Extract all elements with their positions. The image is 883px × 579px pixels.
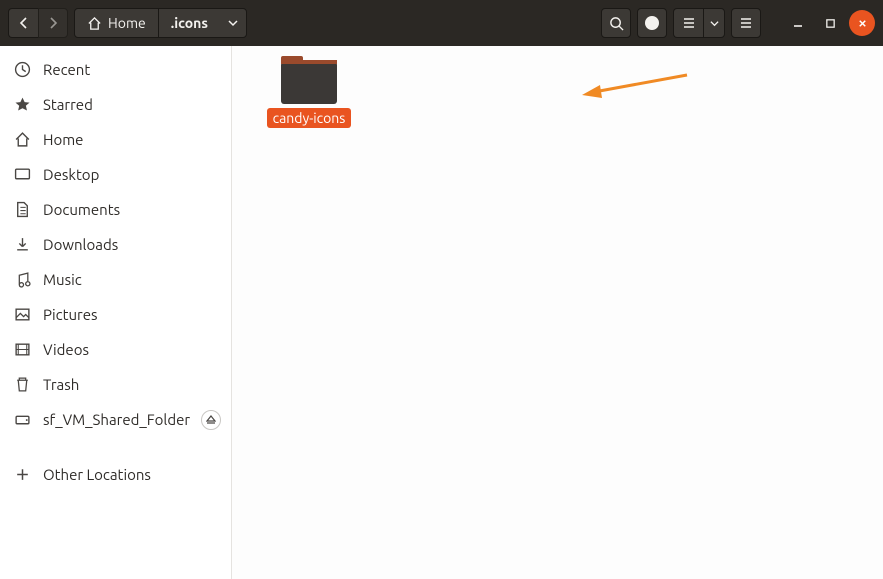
drive-icon — [14, 411, 31, 428]
pictures-icon — [14, 306, 31, 323]
sidebar: Recent Starred Home Desktop Documents Do… — [0, 46, 232, 579]
sidebar-item-music[interactable]: Music — [0, 262, 231, 297]
eject-icon — [206, 415, 216, 425]
sidebar-item-starred[interactable]: Starred — [0, 87, 231, 122]
hamburger-menu-button[interactable] — [731, 8, 761, 38]
path-bar: Home .icons — [74, 8, 247, 38]
file-grid[interactable]: candy-icons — [232, 46, 883, 579]
path-seg-current[interactable]: .icons — [159, 9, 220, 37]
sidebar-item-label: Other Locations — [43, 466, 151, 483]
plus-icon — [14, 466, 31, 483]
search-button[interactable] — [601, 8, 631, 38]
search-icon — [609, 16, 624, 31]
sidebar-item-label: Home — [43, 131, 83, 148]
chevron-down-icon — [228, 18, 238, 28]
list-view-button[interactable] — [673, 8, 703, 38]
sidebar-item-videos[interactable]: Videos — [0, 332, 231, 367]
minimize-icon — [792, 17, 804, 29]
view-dropdown-button[interactable] — [703, 8, 725, 38]
path-seg-home-label: Home — [108, 15, 146, 31]
sidebar-item-label: Videos — [43, 341, 89, 358]
sidebar-item-label: Documents — [43, 201, 120, 218]
sidebar-item-documents[interactable]: Documents — [0, 192, 231, 227]
home-icon — [14, 131, 31, 148]
folder-label: candy-icons — [267, 108, 352, 128]
chevron-down-icon — [710, 19, 719, 28]
sidebar-item-other-locations[interactable]: Other Locations — [0, 457, 231, 492]
download-icon — [14, 236, 31, 253]
sidebar-item-home[interactable]: Home — [0, 122, 231, 157]
sidebar-item-recent[interactable]: Recent — [0, 52, 231, 87]
eject-button[interactable] — [201, 410, 221, 430]
sidebar-item-label: sf_VM_Shared_Folder — [43, 411, 190, 428]
clock-icon — [14, 61, 31, 78]
titlebar: Home .icons — [0, 0, 883, 46]
home-icon — [87, 16, 102, 31]
sidebar-item-label: Starred — [43, 96, 93, 113]
list-icon — [682, 16, 696, 30]
path-seg-current-label: .icons — [171, 15, 208, 31]
window-minimize-button[interactable] — [785, 10, 811, 36]
record-dot-icon — [645, 16, 659, 30]
desktop-icon — [14, 166, 31, 183]
nav-back-button[interactable] — [8, 8, 38, 38]
sidebar-item-label: Trash — [43, 376, 79, 393]
annotation-arrow — [582, 70, 692, 100]
chevron-right-icon — [47, 17, 59, 29]
view-mode-group — [673, 8, 725, 38]
videos-icon — [14, 341, 31, 358]
sidebar-item-label: Music — [43, 271, 82, 288]
hamburger-icon — [739, 16, 753, 30]
sidebar-item-label: Downloads — [43, 236, 118, 253]
sidebar-item-label: Desktop — [43, 166, 99, 183]
sidebar-item-trash[interactable]: Trash — [0, 367, 231, 402]
folder-item[interactable]: candy-icons — [254, 56, 364, 128]
nav-forward-button[interactable] — [38, 8, 68, 38]
sidebar-item-shared-folder[interactable]: sf_VM_Shared_Folder — [0, 402, 231, 437]
sidebar-item-downloads[interactable]: Downloads — [0, 227, 231, 262]
document-icon — [14, 201, 31, 218]
nav-back-forward-group — [8, 8, 68, 38]
trash-icon — [14, 376, 31, 393]
path-dropdown-button[interactable] — [220, 9, 246, 37]
folder-icon — [281, 62, 337, 104]
record-indicator[interactable] — [637, 8, 667, 38]
sidebar-item-pictures[interactable]: Pictures — [0, 297, 231, 332]
path-seg-home[interactable]: Home — [75, 9, 159, 37]
close-icon — [857, 18, 868, 29]
music-icon — [14, 271, 31, 288]
sidebar-item-label: Pictures — [43, 306, 98, 323]
window-maximize-button[interactable] — [817, 10, 843, 36]
star-icon — [14, 96, 31, 113]
sidebar-item-label: Recent — [43, 61, 90, 78]
chevron-left-icon — [18, 17, 30, 29]
sidebar-item-desktop[interactable]: Desktop — [0, 157, 231, 192]
window-close-button[interactable] — [849, 10, 875, 36]
maximize-icon — [825, 18, 836, 29]
